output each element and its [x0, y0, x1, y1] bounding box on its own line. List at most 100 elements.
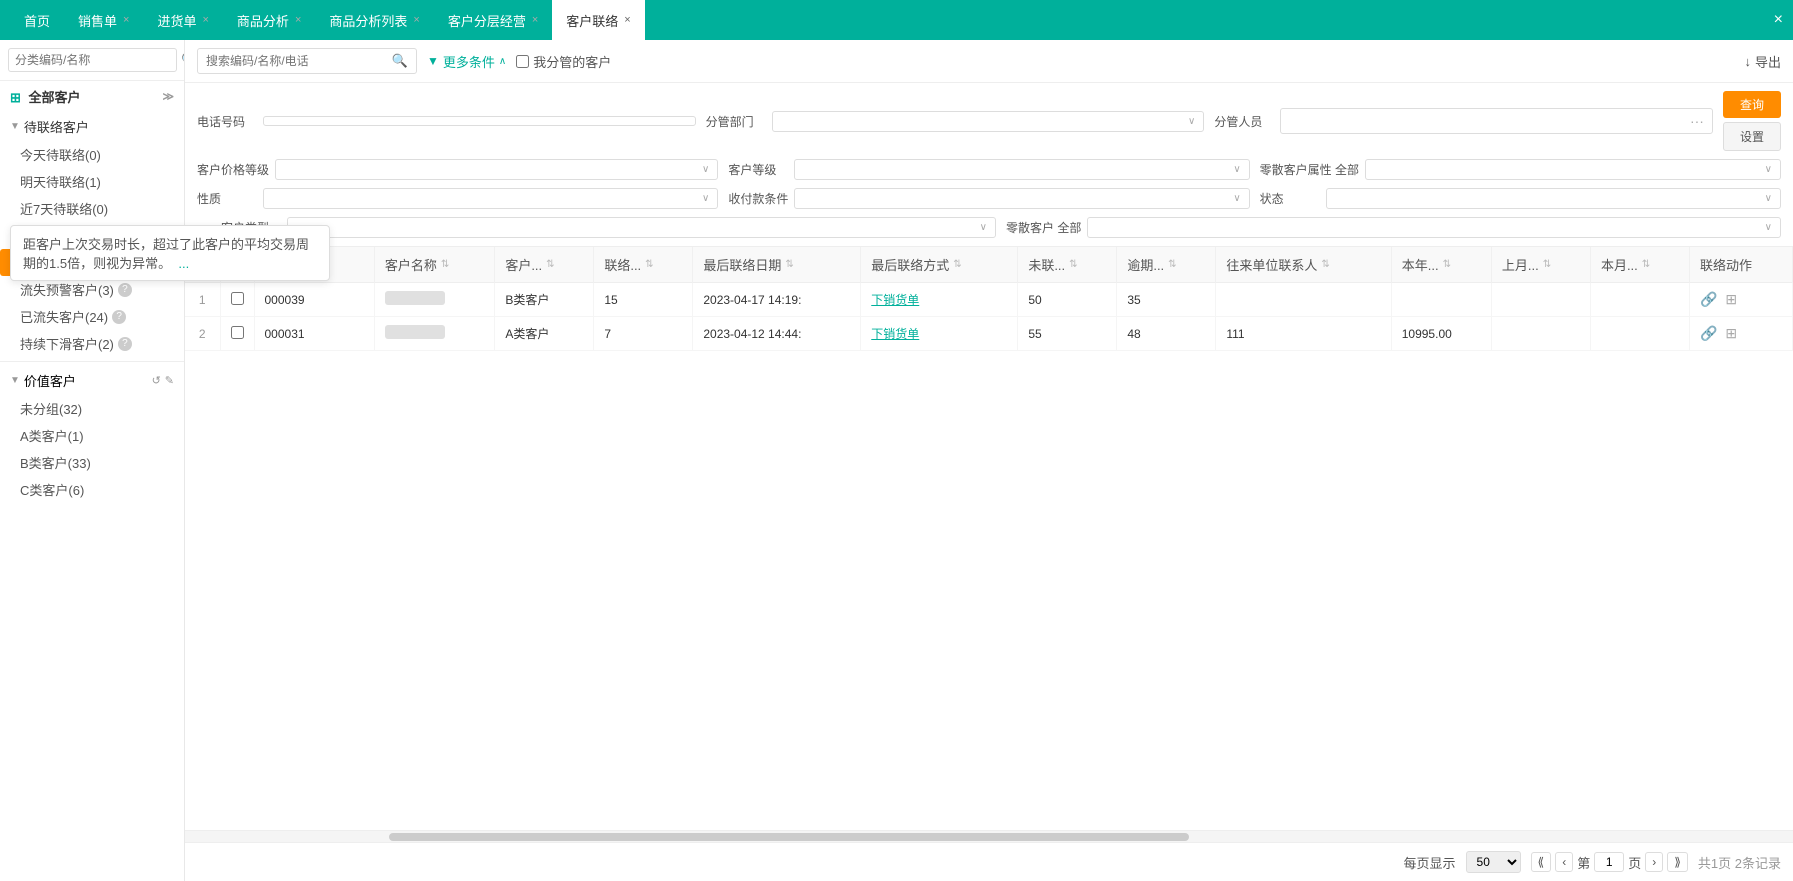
- filter-row-4: ··· 客户类型 ∨ 零散客户 全部 ∨: [197, 217, 1781, 238]
- filter-actions: 查询 设置: [1723, 91, 1781, 151]
- search-icon[interactable]: 🔍: [392, 53, 408, 69]
- person-dots[interactable]: ···: [1690, 113, 1704, 129]
- filter-gender-select[interactable]: ∨: [263, 188, 718, 209]
- sidebar-item-tomorrow[interactable]: 明天待联络(1): [0, 168, 184, 195]
- tooltip-more[interactable]: ...: [178, 256, 185, 271]
- row-type-2: A类客户: [495, 317, 594, 351]
- refresh-icon[interactable]: ↺: [152, 374, 161, 387]
- nav-customer-tier-close[interactable]: ×: [532, 14, 538, 26]
- sidebar-item-7days[interactable]: 近7天待联络(0): [0, 195, 184, 222]
- value-group-header[interactable]: ▼ 价值客户 ↺ ✎: [0, 366, 184, 395]
- nav-analysis-list[interactable]: 商品分析列表 ×: [315, 0, 433, 40]
- nav-purchase[interactable]: 进货单 ×: [143, 0, 222, 40]
- col-contact-sort-icon[interactable]: ⇅: [645, 259, 653, 270]
- nav-purchase-close[interactable]: ×: [202, 14, 208, 26]
- filter-status-select[interactable]: ∨: [1326, 188, 1781, 209]
- sidebar-item-today[interactable]: 今天待联络(0): [0, 141, 184, 168]
- nav-analysis-close[interactable]: ×: [295, 14, 301, 26]
- filter-customer-type-select[interactable]: ∨: [287, 217, 996, 238]
- row-2-checkbox[interactable]: [231, 326, 244, 339]
- table-container: ⚙ 客户编码 ⇅ 客户名称: [185, 247, 1793, 830]
- col-type-sort-icon[interactable]: ⇅: [546, 259, 554, 270]
- filter-customer-grade-select[interactable]: ∨: [794, 159, 1249, 180]
- nav-sales-label: 销售单: [78, 11, 117, 30]
- sidebar-search-input[interactable]: [8, 48, 177, 72]
- col-action: 联络动作: [1689, 247, 1792, 283]
- filter-person-input[interactable]: ···: [1280, 108, 1713, 134]
- filter-payment-select[interactable]: ∨: [794, 188, 1249, 209]
- col-name-sort-icon[interactable]: ⇅: [441, 259, 449, 270]
- filter-retail-attr-select[interactable]: ∨: [1365, 159, 1781, 180]
- col-last-date-sort-icon[interactable]: ⇅: [785, 259, 793, 270]
- row-last-date-1: 2023-04-17 14:19:: [693, 283, 861, 317]
- col-contact: 联络... ⇅: [594, 247, 693, 283]
- per-page-select[interactable]: 50 20 100: [1466, 851, 1521, 873]
- filter-phone-input[interactable]: [263, 116, 696, 126]
- sidebar-item-ungrouped[interactable]: 未分组(32): [0, 395, 184, 422]
- edit-icon[interactable]: ✎: [165, 374, 174, 387]
- page-last-button[interactable]: ⟫: [1667, 852, 1688, 872]
- sidebar-item-c-class[interactable]: C类客户(6): [0, 476, 184, 503]
- status-arrow-icon: ∨: [1765, 193, 1772, 204]
- col-this-month-sort-icon[interactable]: ⇅: [1642, 259, 1650, 270]
- col-this-year-sort-icon[interactable]: ⇅: [1443, 259, 1451, 270]
- nav-sales[interactable]: 销售单 ×: [64, 0, 143, 40]
- filter-retail-select[interactable]: ∨: [1087, 217, 1781, 238]
- content-area: 🔍 ▼ 更多条件 ∧ 我分管的客户 ↓ 导出 电话号码: [185, 40, 1793, 881]
- sidebar-item-a-class[interactable]: A类客户(1): [0, 422, 184, 449]
- row-1-link-icon[interactable]: 🔗: [1700, 291, 1717, 308]
- window-close-button[interactable]: ×: [1774, 11, 1783, 29]
- help-icon-3[interactable]: ?: [112, 310, 126, 324]
- filter-button[interactable]: ▼ 更多条件 ∧: [427, 52, 506, 71]
- col-uncontacted-sort-icon[interactable]: ⇅: [1069, 259, 1077, 270]
- sidebar-all-customers[interactable]: ⊞ 全部客户 ≫: [0, 81, 184, 112]
- row-last-method-1[interactable]: 下销货单: [861, 283, 1018, 317]
- col-partner-sort-icon[interactable]: ⇅: [1321, 259, 1329, 270]
- row-code-1: 000039: [254, 283, 374, 317]
- nav-home[interactable]: 首页: [10, 0, 64, 40]
- pending-group-title[interactable]: ▼ 待联络客户: [0, 112, 184, 141]
- help-icon-4[interactable]: ?: [118, 337, 132, 351]
- export-button[interactable]: ↓ 导出: [1744, 52, 1781, 71]
- horizontal-scrollbar[interactable]: [185, 830, 1793, 842]
- col-overdue-sort-icon[interactable]: ⇅: [1168, 259, 1176, 270]
- row-2-link-icon[interactable]: 🔗: [1700, 325, 1717, 342]
- page-unit-label: 页: [1628, 853, 1641, 872]
- nav-sales-close[interactable]: ×: [123, 14, 129, 26]
- row-2-grid-icon[interactable]: ⊞: [1725, 325, 1737, 342]
- nav-analysis-list-close[interactable]: ×: [413, 14, 419, 26]
- col-last-date: 最后联络日期 ⇅: [693, 247, 861, 283]
- col-type: 客户... ⇅: [495, 247, 594, 283]
- nav-customer-tier-label: 客户分层经营: [448, 11, 526, 30]
- search-input[interactable]: [206, 54, 392, 68]
- nav-customer-contact-close[interactable]: ×: [624, 14, 630, 26]
- row-1-grid-icon[interactable]: ⊞: [1725, 291, 1737, 308]
- query-button[interactable]: 查询: [1723, 91, 1781, 118]
- sidebar-item-declining[interactable]: 持续下滑客户(2) ?: [0, 330, 184, 357]
- page-next-button[interactable]: ›: [1645, 852, 1663, 872]
- scroll-thumb[interactable]: [389, 833, 1189, 841]
- filter-person: 分管人员 ···: [1214, 108, 1713, 134]
- filter-price-grade-select[interactable]: ∨: [275, 159, 718, 180]
- settings-button[interactable]: 设置: [1723, 122, 1781, 151]
- page-prev-button[interactable]: ‹: [1555, 852, 1573, 872]
- nav-customer-tier[interactable]: 客户分层经营 ×: [434, 0, 552, 40]
- filter-phone: 电话号码: [197, 113, 696, 130]
- my-customers-checkbox[interactable]: [516, 55, 529, 68]
- sidebar-item-b-class[interactable]: B类客户(33): [0, 449, 184, 476]
- page-input[interactable]: [1594, 852, 1624, 872]
- page-first-button[interactable]: ⟪: [1531, 852, 1552, 872]
- row-last-date-2: 2023-04-12 14:44:: [693, 317, 861, 351]
- row-last-method-2[interactable]: 下销货单: [861, 317, 1018, 351]
- nav-customer-contact[interactable]: 客户联络 ×: [552, 0, 644, 40]
- row-1-checkbox[interactable]: [231, 292, 244, 305]
- nav-analysis[interactable]: 商品分析 ×: [223, 0, 315, 40]
- row-this-month-2: [1590, 317, 1689, 351]
- collapse-icon[interactable]: ≫: [162, 90, 174, 103]
- col-last-month-sort-icon[interactable]: ⇅: [1543, 259, 1551, 270]
- help-icon-2[interactable]: ?: [118, 283, 132, 297]
- sidebar-item-lost[interactable]: 已流失客户(24) ?: [0, 303, 184, 330]
- filter-dept-select[interactable]: ∨: [772, 111, 1205, 132]
- nav-home-label: 首页: [24, 11, 50, 30]
- col-last-method-sort-icon[interactable]: ⇅: [953, 259, 961, 270]
